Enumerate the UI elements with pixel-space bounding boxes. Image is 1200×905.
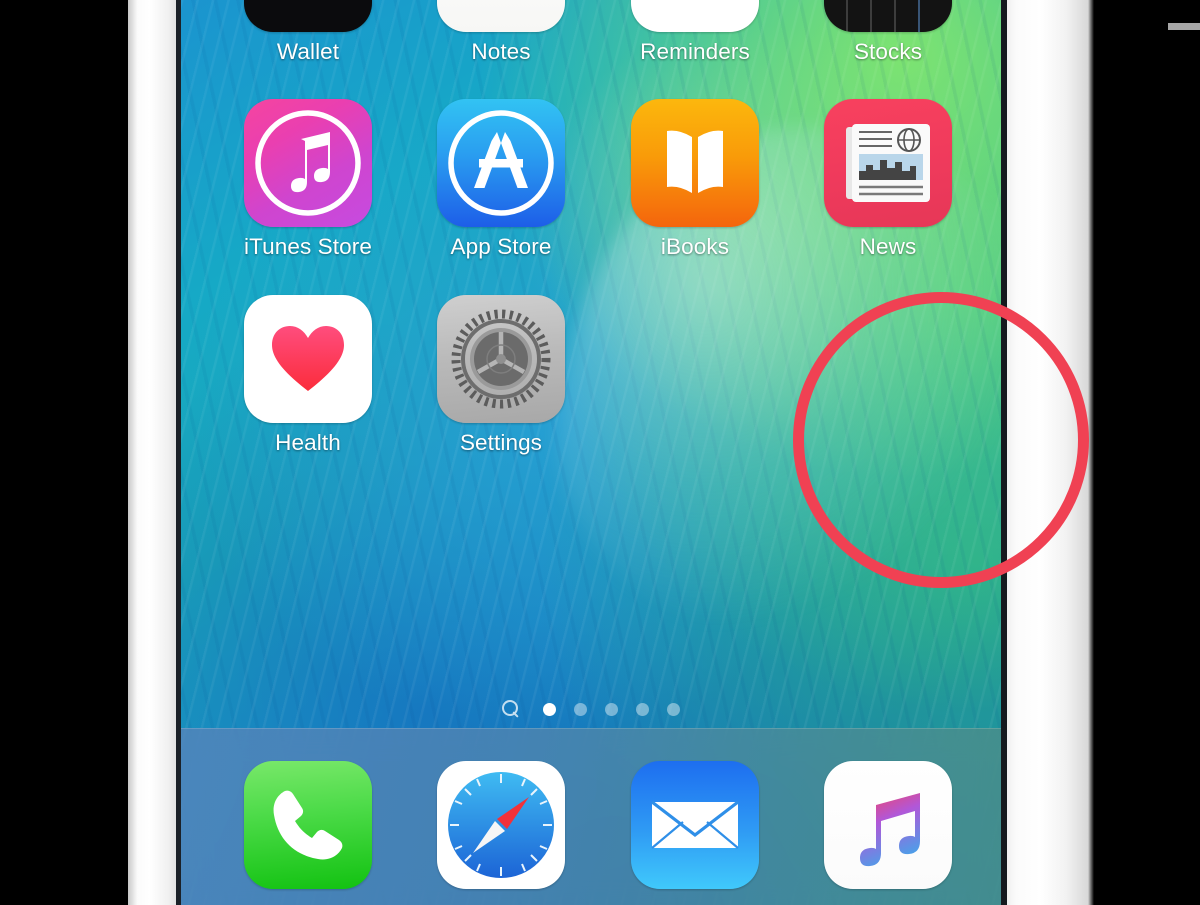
scrollbar-marker[interactable] [1168, 23, 1200, 30]
wallet-icon[interactable] [244, 0, 372, 32]
settings-icon[interactable] [437, 295, 565, 423]
app-label: Notes [471, 39, 531, 64]
app-store-icon[interactable] [437, 99, 565, 227]
ibooks-icon[interactable] [631, 99, 759, 227]
app-reminders[interactable]: Reminders [620, 0, 770, 64]
app-app-store[interactable]: App Store [426, 99, 576, 259]
app-label: Stocks [853, 39, 923, 64]
reminders-icon[interactable] [631, 0, 759, 32]
dock-app-safari[interactable] [426, 761, 576, 889]
dock [181, 728, 1001, 905]
app-label: News [859, 234, 917, 259]
dock-app-mail[interactable] [620, 761, 770, 889]
screenshot-stage: Wallet Notes Reminders Stocks iTunes Sto… [0, 0, 1200, 905]
itunes-store-icon[interactable] [244, 99, 372, 227]
app-news[interactable]: News [813, 99, 963, 259]
page-dot-2[interactable] [574, 703, 587, 716]
app-notes[interactable]: Notes [426, 0, 576, 64]
page-dot-1[interactable] [543, 703, 556, 716]
highlight-circle-annotation [793, 292, 1089, 588]
phone-icon[interactable] [244, 761, 372, 889]
app-stocks[interactable]: Stocks [813, 0, 963, 64]
app-label: App Store [450, 234, 552, 259]
app-health[interactable]: Health [233, 295, 383, 455]
app-label: Health [275, 430, 341, 455]
app-label: Settings [459, 430, 543, 455]
safari-icon[interactable] [437, 761, 565, 889]
app-label: Reminders [640, 39, 750, 64]
news-icon[interactable] [824, 99, 952, 227]
app-wallet[interactable]: Wallet [233, 0, 383, 64]
app-ibooks[interactable]: iBooks [620, 99, 770, 259]
search-icon[interactable] [502, 700, 521, 719]
music-icon[interactable] [824, 761, 952, 889]
dock-app-phone[interactable] [233, 761, 383, 889]
health-icon[interactable] [244, 295, 372, 423]
app-itunes-store[interactable]: iTunes Store [233, 99, 383, 259]
notes-icon[interactable] [437, 0, 565, 32]
page-dot-5[interactable] [667, 703, 680, 716]
page-indicator[interactable] [181, 700, 1001, 719]
app-label: iTunes Store [244, 234, 372, 259]
app-label: iBooks [660, 234, 730, 259]
page-dot-3[interactable] [605, 703, 618, 716]
app-label: Wallet [276, 39, 340, 64]
stocks-icon[interactable] [824, 0, 952, 32]
dock-app-music[interactable] [813, 761, 963, 889]
mail-icon[interactable] [631, 761, 759, 889]
page-dot-4[interactable] [636, 703, 649, 716]
app-settings[interactable]: Settings [426, 295, 576, 455]
device-bezel-left [128, 0, 180, 905]
